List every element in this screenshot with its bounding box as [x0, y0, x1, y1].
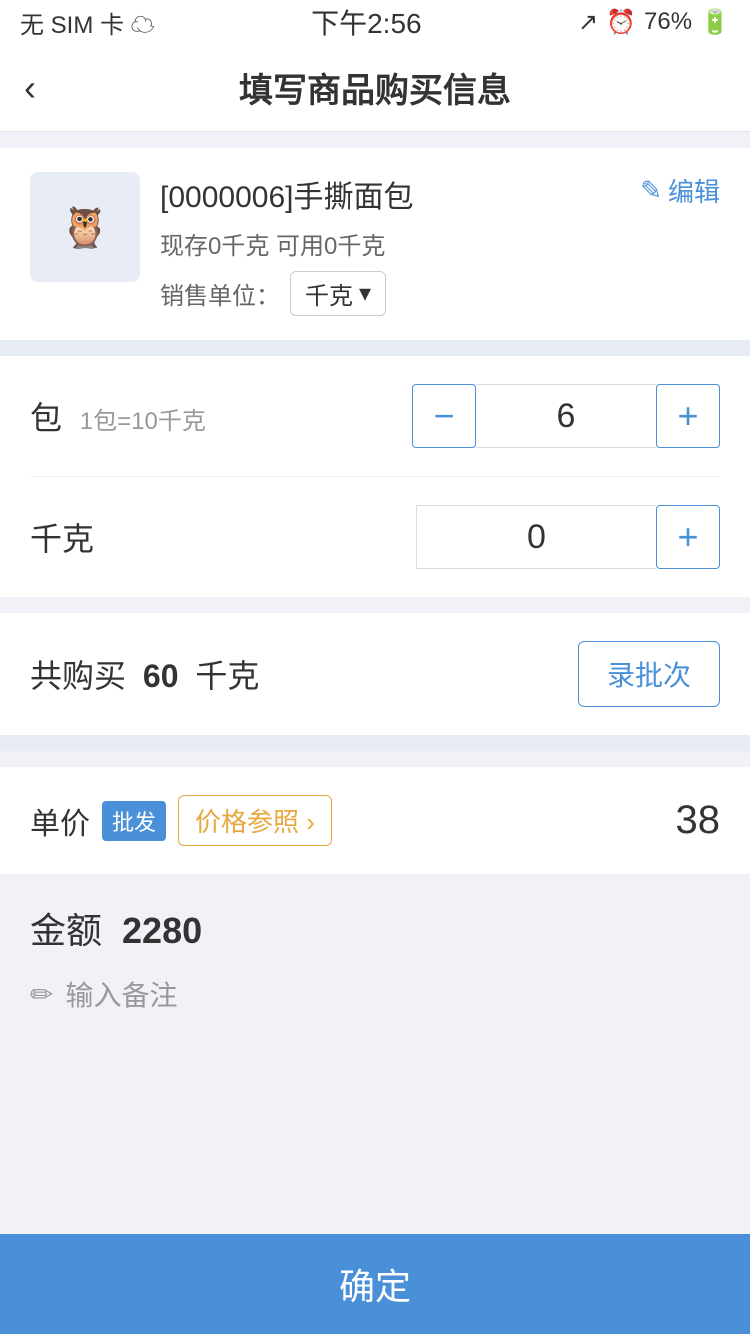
unit-chevron: ▾	[359, 279, 371, 308]
total-unit: 千克	[195, 658, 259, 694]
pencil-icon: ✏	[30, 978, 53, 1011]
decrement-bao-button[interactable]: −	[412, 384, 476, 448]
input-label-kg: 千克	[30, 514, 94, 560]
controls-kg: +	[416, 505, 720, 569]
unit-label: 销售单位：	[160, 276, 280, 311]
remark-text[interactable]: 输入备注	[65, 974, 177, 1014]
qty-bao-input[interactable]	[476, 384, 656, 448]
product-thumb-icon: 🦉	[60, 204, 110, 251]
controls-bao: − +	[412, 384, 720, 448]
amount-row: 金额 2280	[30, 902, 720, 954]
input-row-bao: 包 1包=10千克 − +	[30, 356, 720, 477]
input-row-kg: 千克 +	[30, 477, 720, 597]
input-section: 包 1包=10千克 − + 千克 +	[0, 356, 750, 597]
edit-icon: ✎	[640, 175, 662, 206]
amount-label: 金额	[30, 910, 102, 951]
price-tag: 批发	[102, 801, 166, 841]
product-card: 🦉 [0000006]手撕面包 现存0千克 可用0千克 销售单位： 千克 ▾ ✎…	[0, 148, 750, 340]
price-ref-button[interactable]: 价格参照 ›	[178, 795, 332, 846]
price-section: 单价 批发 价格参照 › 38	[0, 767, 750, 874]
sim-label: 无 SIM 卡 ☁	[20, 5, 155, 40]
unit-value: 千克	[305, 276, 353, 311]
filler-area	[0, 1042, 750, 1234]
amount-section: 金额 2280 ✏ 输入备注	[0, 874, 750, 1042]
edit-label: 编辑	[668, 172, 720, 209]
price-label-group: 单价 批发 价格参照 ›	[30, 795, 332, 846]
label-bao: 包	[30, 400, 62, 436]
edit-button[interactable]: ✎ 编辑	[640, 172, 720, 209]
product-unit-row: 销售单位： 千克 ▾	[160, 271, 620, 316]
price-value: 38	[676, 798, 721, 843]
divider-2	[0, 735, 750, 751]
product-name: [0000006]手撕面包	[160, 172, 620, 216]
battery-label: 76%	[644, 8, 692, 36]
status-right: ↗ ⏰ 76% 🔋	[578, 8, 730, 37]
page-title: 填写商品购买信息	[239, 63, 511, 112]
location-icon: ↗	[578, 8, 598, 37]
total-value: 60	[143, 658, 179, 694]
hint-bao: 1包=10千克	[80, 408, 206, 435]
label-kg: 千克	[30, 521, 94, 557]
confirm-button[interactable]: 确定	[339, 1258, 411, 1310]
alarm-icon: ⏰	[606, 8, 636, 37]
total-text-prefix: 共购买	[30, 658, 126, 694]
confirm-bar[interactable]: 确定	[0, 1234, 750, 1334]
remark-row[interactable]: ✏ 输入备注	[30, 974, 720, 1014]
increment-kg-button[interactable]: +	[656, 505, 720, 569]
total-label: 共购买 60 千克	[30, 651, 259, 697]
back-button[interactable]: ‹	[24, 67, 36, 109]
increment-bao-button[interactable]: +	[656, 384, 720, 448]
total-section: 共购买 60 千克 录批次	[0, 613, 750, 735]
nav-bar: ‹ 填写商品购买信息	[0, 44, 750, 132]
product-thumbnail: 🦉	[30, 172, 140, 282]
batch-button[interactable]: 录批次	[578, 641, 720, 707]
price-label: 单价	[30, 799, 90, 843]
battery-icon: 🔋	[700, 8, 730, 37]
product-stock: 现存0千克 可用0千克	[160, 226, 620, 261]
status-left: 无 SIM 卡 ☁	[20, 5, 155, 40]
status-bar: 无 SIM 卡 ☁ 下午2:56 ↗ ⏰ 76% 🔋	[0, 0, 750, 44]
divider-1	[0, 340, 750, 356]
status-time: 下午2:56	[311, 2, 422, 42]
product-info: [0000006]手撕面包 现存0千克 可用0千克 销售单位： 千克 ▾	[160, 172, 620, 316]
qty-kg-input[interactable]	[416, 505, 656, 569]
input-label-bao: 包 1包=10千克	[30, 393, 206, 439]
amount-value: 2280	[122, 910, 202, 951]
unit-select[interactable]: 千克 ▾	[290, 271, 386, 316]
